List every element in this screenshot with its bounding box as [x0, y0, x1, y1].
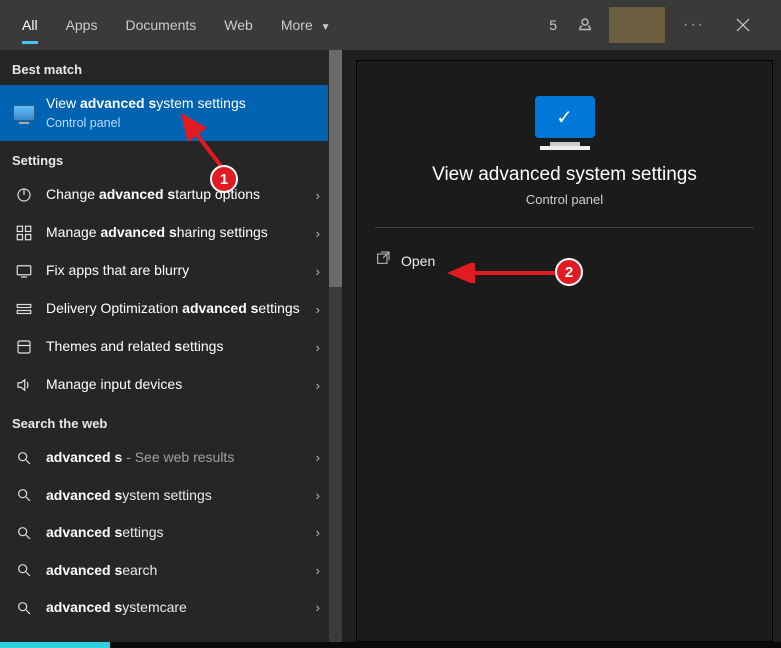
tab-more[interactable]: More ▼ [267, 0, 345, 50]
search-icon [12, 600, 36, 616]
chevron-right-icon: › [316, 302, 320, 317]
settings-item-startup[interactable]: Change advanced startup options › [0, 176, 328, 214]
open-icon [375, 250, 391, 271]
chevron-right-icon: › [316, 450, 320, 465]
chevron-right-icon: › [316, 563, 320, 578]
monitor-icon [12, 105, 36, 121]
chevron-right-icon: › [316, 226, 320, 241]
close-button[interactable] [723, 5, 763, 45]
best-match-result[interactable]: View advanced system settings Control pa… [0, 85, 328, 141]
web-item-4[interactable]: advanced systemcare › [0, 589, 328, 627]
settings-item-sharing[interactable]: Manage advanced sharing settings › [0, 214, 328, 252]
chevron-right-icon: › [316, 600, 320, 615]
scrollbar[interactable]: ▲ ▼ [329, 50, 342, 642]
section-search-web: Search the web [0, 404, 328, 439]
tab-all[interactable]: All [8, 0, 52, 50]
tab-documents[interactable]: Documents [111, 0, 210, 50]
section-best-match: Best match [0, 50, 328, 85]
user-avatar[interactable] [609, 7, 665, 43]
taskbar-strip [0, 642, 781, 648]
text-pre: View [46, 95, 80, 111]
web-item-1[interactable]: advanced system settings › [0, 477, 328, 515]
tab-apps[interactable]: Apps [52, 0, 112, 50]
themes-icon [12, 338, 36, 356]
display-icon [12, 262, 36, 280]
chevron-right-icon: › [316, 525, 320, 540]
preview-sub: Control panel [526, 192, 603, 207]
rewards-icon[interactable] [571, 11, 599, 39]
search-icon [12, 450, 36, 466]
scroll-down-icon[interactable]: ▼ [329, 628, 342, 642]
settings-item-input[interactable]: Manage input devices › [0, 366, 328, 404]
text-bold: advanced s [80, 95, 156, 111]
sound-icon [12, 376, 36, 394]
taskbar-highlight [0, 642, 110, 648]
annotation-badge-2: 2 [555, 258, 583, 286]
chevron-right-icon: › [316, 188, 320, 203]
annotation-badge-1: 1 [210, 165, 238, 193]
more-options-button[interactable]: ··· [675, 10, 713, 40]
section-settings: Settings [0, 141, 328, 176]
network-icon [12, 224, 36, 242]
search-icon [12, 562, 36, 578]
search-icon [12, 487, 36, 503]
preview-title: View advanced system settings [432, 164, 697, 186]
settings-item-themes[interactable]: Themes and related settings › [0, 328, 328, 366]
web-item-0[interactable]: advanced s - See web results › [0, 439, 328, 477]
chevron-right-icon: › [316, 378, 320, 393]
web-item-2[interactable]: advanced settings › [0, 514, 328, 552]
scrollbar-thumb[interactable] [329, 50, 342, 287]
chevron-right-icon: › [316, 340, 320, 355]
search-tabs: All Apps Documents Web More ▼ 5 ··· [0, 0, 781, 50]
reward-points: 5 [549, 17, 557, 33]
power-icon [12, 186, 36, 204]
delivery-icon [12, 300, 36, 318]
tab-web[interactable]: Web [210, 0, 267, 50]
chevron-right-icon: › [316, 264, 320, 279]
chevron-right-icon: › [316, 488, 320, 503]
settings-item-delivery[interactable]: Delivery Optimization advanced settings … [0, 290, 328, 328]
settings-item-blurry[interactable]: Fix apps that are blurry › [0, 252, 328, 290]
search-icon [12, 525, 36, 541]
results-panel: Best match View advanced system settings… [0, 50, 342, 642]
web-item-3[interactable]: advanced search › [0, 552, 328, 590]
preview-panel: ✓ View advanced system settings Control … [356, 60, 773, 642]
tab-more-label: More [281, 17, 313, 33]
top-right-controls: 5 ··· [549, 5, 773, 45]
open-label: Open [401, 253, 435, 269]
chevron-down-icon: ▼ [321, 22, 331, 33]
monitor-check-icon: ✓ [535, 96, 595, 138]
